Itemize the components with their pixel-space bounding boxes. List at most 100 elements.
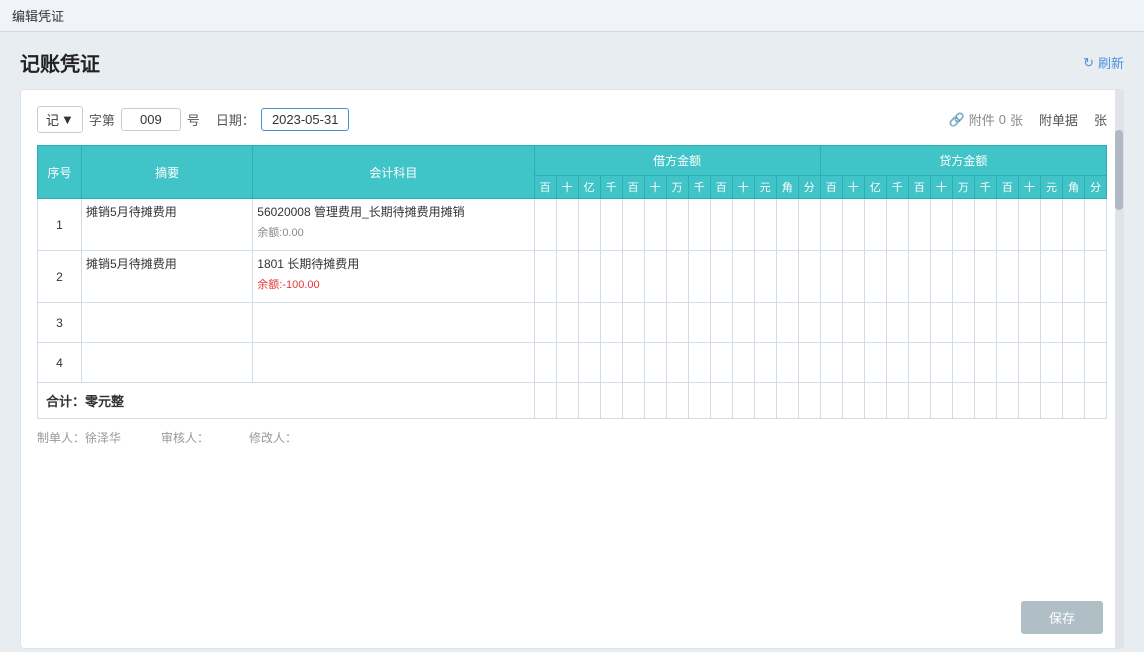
debit-col-3[interactable]: [578, 303, 600, 343]
credit-col-7[interactable]: [952, 303, 974, 343]
attach-single-label[interactable]: 附单据: [1039, 110, 1078, 129]
debit-col-9[interactable]: [710, 303, 732, 343]
row-account[interactable]: [253, 343, 534, 383]
credit-col-10[interactable]: [1018, 199, 1040, 251]
debit-col-12[interactable]: [776, 251, 798, 303]
credit-col-2[interactable]: [842, 303, 864, 343]
row-account[interactable]: 1801 长期待摊费用余额:-100.00: [253, 251, 534, 303]
debit-col-6[interactable]: [644, 199, 666, 251]
credit-col-6[interactable]: [930, 251, 952, 303]
credit-col-13[interactable]: [1084, 199, 1106, 251]
credit-col-9[interactable]: [996, 303, 1018, 343]
credit-col-2[interactable]: [842, 343, 864, 383]
debit-col-4[interactable]: [600, 199, 622, 251]
debit-col-2[interactable]: [556, 251, 578, 303]
scrollbar-thumb[interactable]: [1115, 130, 1123, 210]
credit-col-13[interactable]: [1084, 343, 1106, 383]
debit-col-13[interactable]: [798, 303, 820, 343]
debit-col-13[interactable]: [798, 199, 820, 251]
debit-col-11[interactable]: [754, 343, 776, 383]
credit-col-1[interactable]: [820, 199, 842, 251]
credit-col-12[interactable]: [1062, 251, 1084, 303]
debit-col-9[interactable]: [710, 343, 732, 383]
row-account[interactable]: [253, 303, 534, 343]
debit-col-7[interactable]: [666, 251, 688, 303]
credit-col-6[interactable]: [930, 343, 952, 383]
debit-col-10[interactable]: [732, 199, 754, 251]
attachment-link[interactable]: 🔗 附件 0 张: [949, 110, 1023, 129]
credit-col-3[interactable]: [864, 343, 886, 383]
debit-col-4[interactable]: [600, 251, 622, 303]
debit-col-12[interactable]: [776, 199, 798, 251]
row-summary[interactable]: [82, 303, 253, 343]
credit-col-7[interactable]: [952, 199, 974, 251]
row-summary[interactable]: 摊销5月待摊费用: [82, 199, 253, 251]
credit-col-4[interactable]: [886, 251, 908, 303]
credit-col-5[interactable]: [908, 343, 930, 383]
credit-col-8[interactable]: [974, 199, 996, 251]
credit-col-7[interactable]: [952, 251, 974, 303]
row-summary[interactable]: 摊销5月待摊费用: [82, 251, 253, 303]
debit-col-1[interactable]: [534, 199, 556, 251]
credit-col-3[interactable]: [864, 303, 886, 343]
table-row[interactable]: 4: [38, 343, 1107, 383]
date-value[interactable]: 2023-05-31: [261, 108, 350, 131]
row-account[interactable]: 56020008 管理费用_长期待摊费用摊销余额:0.00: [253, 199, 534, 251]
debit-col-5[interactable]: [622, 199, 644, 251]
debit-col-2[interactable]: [556, 199, 578, 251]
debit-col-8[interactable]: [688, 251, 710, 303]
debit-col-12[interactable]: [776, 303, 798, 343]
refresh-button[interactable]: ↻ 刷新: [1083, 53, 1124, 72]
debit-col-1[interactable]: [534, 303, 556, 343]
credit-col-8[interactable]: [974, 251, 996, 303]
credit-col-9[interactable]: [996, 251, 1018, 303]
table-row[interactable]: 2摊销5月待摊费用1801 长期待摊费用余额:-100.00: [38, 251, 1107, 303]
debit-col-4[interactable]: [600, 343, 622, 383]
row-summary[interactable]: [82, 343, 253, 383]
credit-col-11[interactable]: [1040, 303, 1062, 343]
table-row[interactable]: 3: [38, 303, 1107, 343]
credit-col-2[interactable]: [842, 251, 864, 303]
debit-col-8[interactable]: [688, 343, 710, 383]
debit-col-7[interactable]: [666, 199, 688, 251]
credit-col-6[interactable]: [930, 303, 952, 343]
credit-col-3[interactable]: [864, 199, 886, 251]
credit-col-5[interactable]: [908, 303, 930, 343]
debit-col-1[interactable]: [534, 251, 556, 303]
credit-col-13[interactable]: [1084, 251, 1106, 303]
credit-col-10[interactable]: [1018, 303, 1040, 343]
debit-col-7[interactable]: [666, 343, 688, 383]
credit-col-11[interactable]: [1040, 343, 1062, 383]
credit-col-4[interactable]: [886, 343, 908, 383]
debit-col-2[interactable]: [556, 303, 578, 343]
credit-col-11[interactable]: [1040, 251, 1062, 303]
debit-col-6[interactable]: [644, 251, 666, 303]
credit-col-4[interactable]: [886, 303, 908, 343]
debit-col-2[interactable]: [556, 343, 578, 383]
credit-col-3[interactable]: [864, 251, 886, 303]
credit-col-8[interactable]: [974, 303, 996, 343]
credit-col-4[interactable]: [886, 199, 908, 251]
credit-col-9[interactable]: [996, 343, 1018, 383]
debit-col-3[interactable]: [578, 343, 600, 383]
debit-col-3[interactable]: [578, 199, 600, 251]
credit-col-7[interactable]: [952, 343, 974, 383]
debit-col-4[interactable]: [600, 303, 622, 343]
debit-col-11[interactable]: [754, 303, 776, 343]
debit-col-9[interactable]: [710, 199, 732, 251]
debit-col-3[interactable]: [578, 251, 600, 303]
debit-col-13[interactable]: [798, 251, 820, 303]
debit-col-9[interactable]: [710, 251, 732, 303]
debit-col-5[interactable]: [622, 303, 644, 343]
credit-col-11[interactable]: [1040, 199, 1062, 251]
debit-col-8[interactable]: [688, 199, 710, 251]
scrollbar-track[interactable]: [1115, 90, 1123, 648]
credit-col-1[interactable]: [820, 343, 842, 383]
credit-col-10[interactable]: [1018, 251, 1040, 303]
table-row[interactable]: 1摊销5月待摊费用56020008 管理费用_长期待摊费用摊销余额:0.00: [38, 199, 1107, 251]
debit-col-13[interactable]: [798, 343, 820, 383]
credit-col-10[interactable]: [1018, 343, 1040, 383]
debit-col-6[interactable]: [644, 343, 666, 383]
debit-col-5[interactable]: [622, 251, 644, 303]
credit-col-13[interactable]: [1084, 303, 1106, 343]
